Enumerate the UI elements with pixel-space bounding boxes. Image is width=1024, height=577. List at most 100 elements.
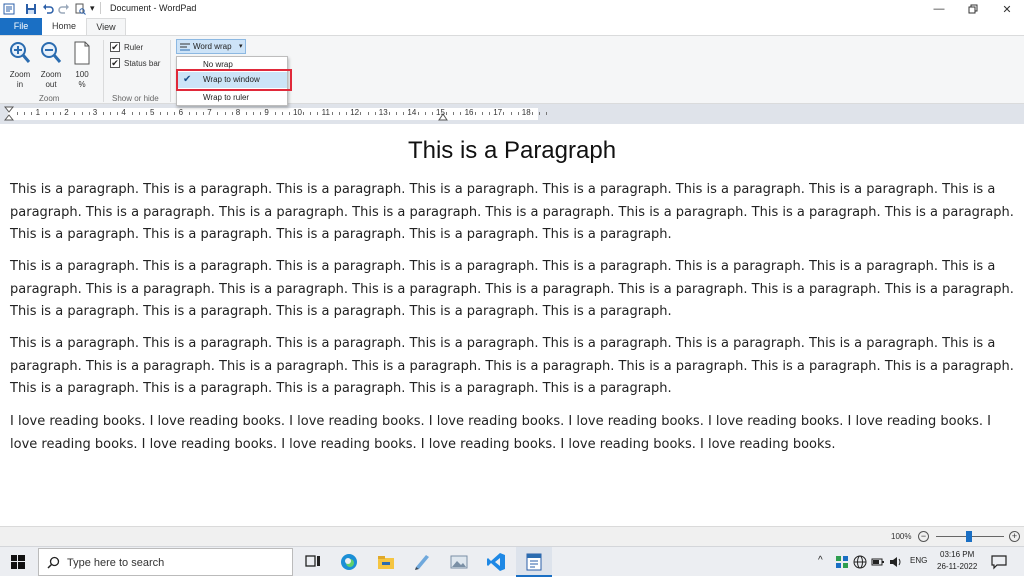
zoom-100-button[interactable]: 100 % bbox=[68, 39, 96, 91]
show-hide-group-label: Show or hide bbox=[112, 94, 159, 103]
ruler-checkbox[interactable]: ✔ bbox=[110, 42, 120, 52]
ruler-tick bbox=[546, 112, 548, 115]
zoom-in-label-1: Zoom bbox=[9, 70, 31, 79]
group-separator bbox=[170, 40, 171, 102]
paragraph-1: This is a paragraph. This is a paragraph… bbox=[10, 182, 1014, 243]
menu-item-wrap-to-ruler[interactable]: Wrap to ruler bbox=[177, 90, 287, 106]
ruler-number: 5 bbox=[150, 108, 155, 117]
save-icon[interactable] bbox=[25, 3, 37, 15]
file-explorer-icon[interactable] bbox=[376, 552, 396, 572]
ruler-tick bbox=[310, 112, 312, 115]
wordpad-app-icon[interactable] bbox=[3, 3, 15, 15]
windows-start-icon[interactable] bbox=[11, 555, 25, 569]
ruler-tick bbox=[367, 112, 369, 115]
ruler-number: 3 bbox=[92, 108, 98, 117]
word-wrap-icon bbox=[180, 43, 190, 51]
status-bar-label[interactable]: Status bar bbox=[124, 59, 160, 68]
ruler-number: 17 bbox=[493, 108, 503, 117]
tab-view[interactable]: View bbox=[86, 18, 126, 35]
ruler-tick bbox=[338, 112, 340, 115]
clock-time[interactable]: 03:16 PM bbox=[940, 550, 974, 559]
battery-icon[interactable] bbox=[871, 556, 885, 568]
notepad-icon[interactable] bbox=[412, 552, 432, 572]
ruler-label[interactable]: Ruler bbox=[124, 43, 143, 52]
photos-icon[interactable] bbox=[449, 552, 469, 572]
zoom-100-label-1: 100 bbox=[75, 70, 89, 79]
ruler-tick bbox=[245, 112, 247, 115]
minimize-button[interactable]: — bbox=[922, 0, 956, 18]
ruler-tick bbox=[81, 112, 83, 115]
redo-icon[interactable] bbox=[58, 3, 70, 15]
ruler-tick bbox=[24, 112, 26, 115]
taskbar: Type here to search ^ ENG 03:16 PM 26-11… bbox=[0, 546, 1024, 577]
ruler-number: 1 bbox=[35, 108, 41, 117]
zoom-out-icon bbox=[41, 42, 62, 63]
ribbon-tab-row: File Home View bbox=[0, 18, 1024, 35]
wordpad-taskbar-button[interactable] bbox=[516, 547, 552, 577]
ruler-number: 9 bbox=[264, 108, 269, 117]
zoom-out-slider-button[interactable]: − bbox=[918, 531, 929, 542]
ruler-tick bbox=[138, 112, 140, 115]
taskbar-search-box[interactable]: Type here to search bbox=[38, 548, 293, 576]
zoom-slider-thumb[interactable] bbox=[966, 531, 972, 542]
ruler-tick bbox=[417, 112, 419, 115]
ruler-tick bbox=[517, 112, 519, 115]
zoom-in-slider-button[interactable]: + bbox=[1009, 531, 1020, 542]
ruler-number: 6 bbox=[178, 108, 184, 117]
task-view-icon[interactable] bbox=[303, 552, 323, 572]
ruler-tick bbox=[360, 112, 362, 115]
ruler-tick bbox=[260, 112, 262, 115]
tab-file[interactable]: File bbox=[0, 18, 42, 35]
ruler-tick bbox=[481, 112, 483, 115]
undo-icon[interactable] bbox=[42, 3, 54, 15]
indent-marker-icon[interactable] bbox=[4, 106, 14, 122]
status-bar-checkbox[interactable]: ✔ bbox=[110, 58, 120, 68]
ruler-tick bbox=[281, 112, 283, 115]
ruler-number: 12 bbox=[350, 108, 360, 117]
tab-home[interactable]: Home bbox=[42, 18, 86, 35]
volume-icon[interactable] bbox=[889, 555, 903, 569]
annotation-highlight-box bbox=[176, 69, 292, 91]
customize-quick-access-icon[interactable]: ▾ bbox=[90, 3, 95, 14]
zoom-in-icon bbox=[10, 42, 31, 63]
zoom-group-label: Zoom bbox=[39, 94, 60, 103]
search-icon bbox=[47, 556, 60, 569]
document-area[interactable]: This is a Paragraph This is a paragraph.… bbox=[0, 124, 1024, 526]
network-globe-icon[interactable] bbox=[853, 555, 867, 569]
title-bar: ▾ Document - WordPad — ✕ bbox=[0, 0, 1024, 18]
document-page-icon bbox=[74, 41, 90, 65]
wordpad-icon bbox=[526, 553, 542, 571]
ruler-number: 10 bbox=[293, 108, 302, 117]
zoom-out-button[interactable]: Zoom out bbox=[37, 39, 65, 91]
ruler-tick bbox=[217, 112, 219, 115]
word-wrap-button[interactable]: Word wrap ▾ bbox=[176, 39, 246, 54]
print-preview-icon[interactable] bbox=[74, 3, 86, 15]
clock-date[interactable]: 26-11-2022 bbox=[937, 562, 977, 571]
vscode-icon[interactable] bbox=[486, 552, 506, 572]
ruler-number: 13 bbox=[378, 108, 388, 117]
ruler-tick bbox=[510, 112, 512, 115]
zoom-in-button[interactable]: Zoom in bbox=[6, 39, 34, 91]
ruler-number: 7 bbox=[207, 108, 212, 117]
window-title: Document - WordPad bbox=[110, 3, 197, 13]
ruler-tick bbox=[195, 112, 197, 115]
close-button[interactable]: ✕ bbox=[990, 0, 1024, 18]
title-separator bbox=[100, 2, 101, 14]
restore-button[interactable] bbox=[956, 0, 990, 18]
ruler-tick bbox=[117, 112, 119, 115]
ruler-tick bbox=[403, 112, 405, 115]
ruler-tick bbox=[431, 112, 433, 115]
status-bar: 100% − + bbox=[0, 526, 1024, 546]
language-indicator[interactable]: ENG bbox=[910, 556, 927, 565]
app-tray-icon[interactable] bbox=[835, 555, 849, 569]
close-icon: ✕ bbox=[1002, 3, 1012, 16]
ruler-tick bbox=[167, 112, 169, 115]
ruler-tick bbox=[52, 112, 54, 115]
ruler-tick bbox=[503, 112, 505, 115]
edge-browser-icon[interactable] bbox=[339, 552, 359, 572]
ruler-tick bbox=[110, 112, 112, 115]
notification-icon[interactable] bbox=[991, 554, 1007, 570]
ruler-band bbox=[8, 108, 538, 120]
ruler[interactable]: 1 2 3 4 5 6 7 8 9 10 11 12 13 14 15 16 17 18 bbox=[0, 104, 1024, 124]
chevron-up-icon[interactable]: ^ bbox=[818, 555, 823, 566]
